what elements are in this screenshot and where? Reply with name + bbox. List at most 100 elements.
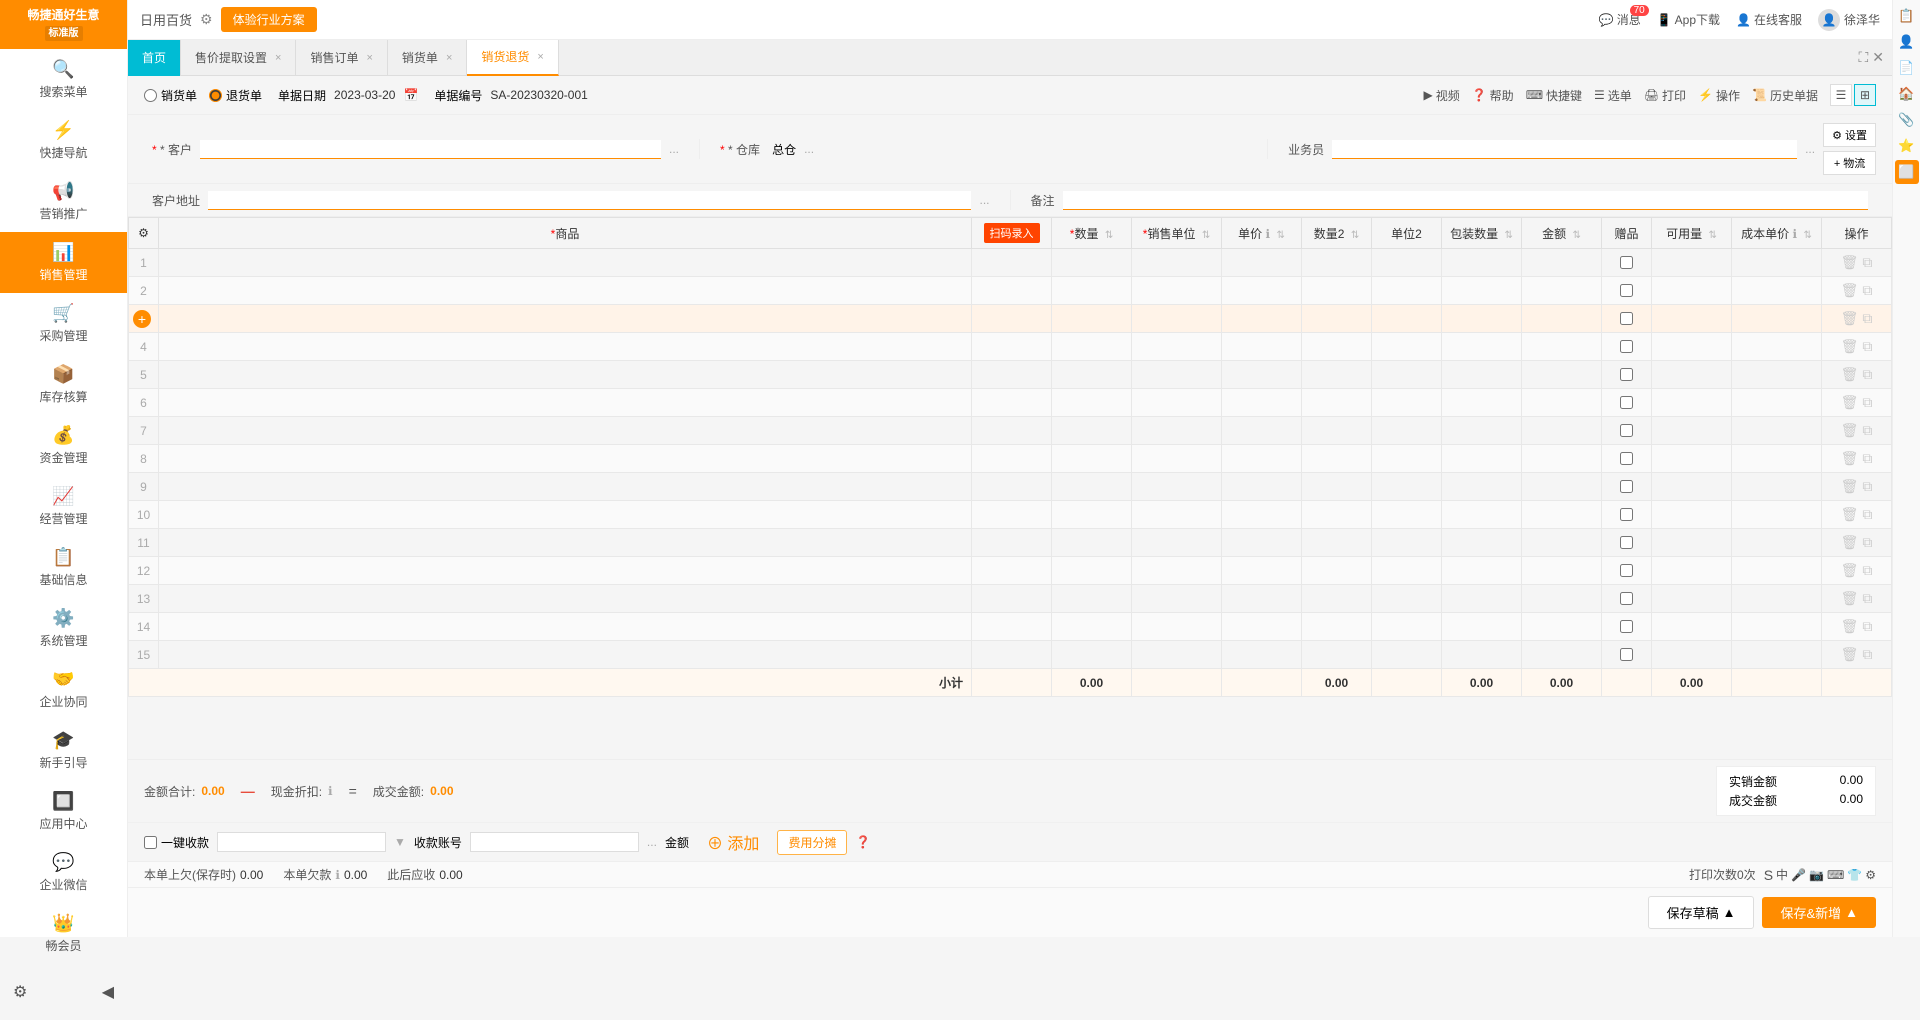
delete-row-2-icon[interactable]: 🗑 [1841, 282, 1859, 299]
sidebar-item-marketing[interactable]: 📢 营销推广 [0, 171, 127, 232]
copy-row-7-icon[interactable]: ⧉ [1862, 422, 1872, 439]
row-7-sales-unit[interactable] [1132, 417, 1222, 445]
add-btn[interactable]: ⊕ 添加 [697, 827, 769, 857]
date-value[interactable]: 2023-03-20 [334, 88, 395, 102]
delete-row-8-icon[interactable]: 🗑 [1841, 450, 1859, 467]
qty-input-3[interactable] [1056, 312, 1127, 326]
qty-input-10[interactable] [1056, 508, 1127, 522]
sidebar-item-system[interactable]: ⚙️ 系统管理 [0, 598, 127, 659]
row-14-unit-price[interactable] [1222, 613, 1302, 641]
qty-input-14[interactable] [1056, 620, 1127, 634]
save-new-button[interactable]: 保存&新增 ▲ [1762, 897, 1876, 928]
row-8-amount[interactable] [1522, 445, 1602, 473]
row-2-unit2[interactable] [1372, 277, 1442, 305]
row-9-gift[interactable] [1602, 473, 1652, 501]
delete-row-1-icon[interactable]: 🗑 [1841, 254, 1859, 271]
unit-price-help-icon[interactable]: ℹ [1266, 227, 1271, 241]
price-input-8[interactable] [1226, 452, 1297, 466]
unit-input-11[interactable] [1136, 536, 1217, 550]
gift-checkbox-14[interactable] [1620, 620, 1633, 633]
row-10-unit-price[interactable] [1222, 501, 1302, 529]
qty2-input-5[interactable] [1306, 368, 1367, 382]
gift-checkbox-9[interactable] [1620, 480, 1633, 493]
amount-input-5[interactable] [1526, 368, 1597, 382]
product-input-10[interactable] [163, 508, 967, 522]
row-14-product[interactable] [159, 613, 972, 641]
row-7-gift[interactable] [1602, 417, 1652, 445]
copy-row-8-icon[interactable]: ⧉ [1862, 450, 1872, 467]
row-14-qty2[interactable] [1302, 613, 1372, 641]
row-3-amount[interactable] [1522, 305, 1602, 333]
row-4-pack-qty[interactable] [1442, 333, 1522, 361]
warehouse-dots[interactable]: ... [804, 142, 814, 156]
qty-input-2[interactable] [1056, 284, 1127, 298]
price-input-7[interactable] [1226, 424, 1297, 438]
copy-row-13-icon[interactable]: ⧉ [1862, 590, 1872, 607]
row-9-unit-price[interactable] [1222, 473, 1302, 501]
address-dots[interactable]: ... [979, 193, 989, 207]
row-15-sales-unit[interactable] [1132, 641, 1222, 669]
row-13-amount[interactable] [1522, 585, 1602, 613]
row-13-unit2[interactable] [1372, 585, 1442, 613]
qty2-input-10[interactable] [1306, 508, 1367, 522]
pack-qty-input-8[interactable] [1446, 452, 1517, 466]
unit2-input-3[interactable] [1376, 312, 1437, 326]
unit-input-5[interactable] [1136, 368, 1217, 382]
row-1-unit2[interactable] [1372, 249, 1442, 277]
row-3-gift[interactable] [1602, 305, 1652, 333]
sidebar-item-finance[interactable]: 💰 资金管理 [0, 415, 127, 476]
row-4-product[interactable] [159, 333, 972, 361]
collapse-btn[interactable]: ◀ [97, 972, 119, 1012]
product-input-13[interactable] [163, 592, 967, 606]
price-input-6[interactable] [1226, 396, 1297, 410]
row-1-gift[interactable] [1602, 249, 1652, 277]
unit-input-8[interactable] [1136, 452, 1217, 466]
qty2-input-15[interactable] [1306, 648, 1367, 662]
row-8-qty2[interactable] [1302, 445, 1372, 473]
add-row-btn-${i}[interactable]: + [133, 310, 151, 328]
qty2-input-12[interactable] [1306, 564, 1367, 578]
row-12-qty2[interactable] [1302, 557, 1372, 585]
sort-pack-qty-icon[interactable]: ⇅ [1504, 230, 1512, 241]
qty-input-5[interactable] [1056, 368, 1127, 382]
copy-row-14-icon[interactable]: ⧉ [1862, 618, 1872, 635]
unit2-input-9[interactable] [1376, 480, 1437, 494]
price-input-13[interactable] [1226, 592, 1297, 606]
close-tab-all-icon[interactable]: ✕ [1872, 49, 1884, 66]
price-input-15[interactable] [1226, 648, 1297, 662]
edge-icon-3[interactable]: 📄 [1895, 56, 1919, 80]
unit2-input-5[interactable] [1376, 368, 1437, 382]
history-btn[interactable]: 📜 历史单据 [1752, 87, 1818, 104]
row-9-product[interactable] [159, 473, 972, 501]
notification-btn[interactable]: 💬 消息 70 [1599, 11, 1641, 28]
sort-amount-icon[interactable]: ⇅ [1572, 230, 1580, 241]
row-6-qty2[interactable] [1302, 389, 1372, 417]
one-click-payment-input[interactable] [144, 836, 157, 849]
row-1-unit-price[interactable] [1222, 249, 1302, 277]
radio-delivery[interactable]: 销货单 [144, 87, 197, 104]
row-15-amount[interactable] [1522, 641, 1602, 669]
qty2-input-13[interactable] [1306, 592, 1367, 606]
col-settings-header[interactable]: ⚙ [129, 218, 159, 249]
row-4-unit-price[interactable] [1222, 333, 1302, 361]
maximize-icon[interactable]: ⛶ [1858, 49, 1868, 66]
delete-row-7-icon[interactable]: 🗑 [1841, 422, 1859, 439]
product-input-7[interactable] [163, 424, 967, 438]
row-11-unit-price[interactable] [1222, 529, 1302, 557]
row-11-amount[interactable] [1522, 529, 1602, 557]
qty2-input-2[interactable] [1306, 284, 1367, 298]
amount-input-7[interactable] [1526, 424, 1597, 438]
row-10-sales-unit[interactable] [1132, 501, 1222, 529]
gift-checkbox-2[interactable] [1620, 284, 1633, 297]
delete-row-12-icon[interactable]: 🗑 [1841, 562, 1859, 579]
price-input-10[interactable] [1226, 508, 1297, 522]
radio-return[interactable]: 退货单 [209, 87, 262, 104]
shortcut-btn[interactable]: ⌨ 快捷键 [1526, 87, 1582, 104]
row-4-qty2[interactable] [1302, 333, 1372, 361]
row-6-pack-qty[interactable] [1442, 389, 1522, 417]
row-9-sales-unit[interactable] [1132, 473, 1222, 501]
row-7-amount[interactable] [1522, 417, 1602, 445]
sort-cost-price-icon[interactable]: ⇅ [1803, 230, 1811, 241]
amount-input-13[interactable] [1526, 592, 1597, 606]
row-1-sales-unit[interactable] [1132, 249, 1222, 277]
